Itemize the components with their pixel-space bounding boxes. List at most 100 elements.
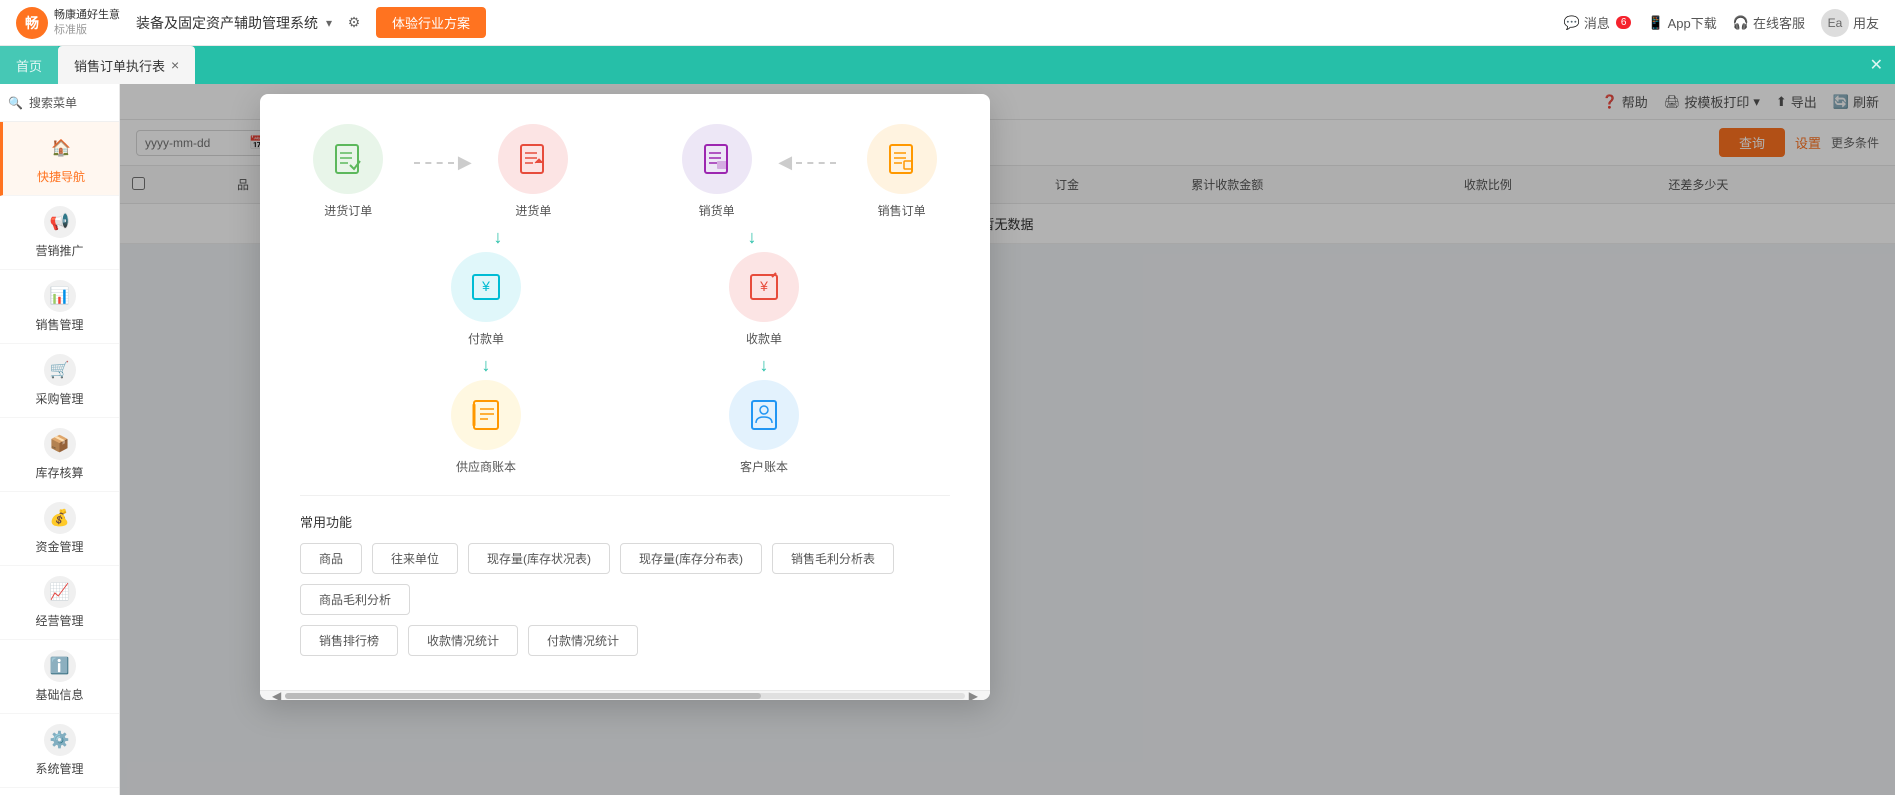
flow-purchase-order[interactable]: 进货订单 [313,124,383,219]
customer-ledger-icon [746,397,782,433]
func-btn-payment-stats[interactable]: 付款情况统计 [528,625,638,656]
sales-icon: 📊 [44,280,76,312]
down-arrow-sales: ↓ [717,227,787,248]
sidebar-item-marketing[interactable]: 📢 营销推广 [0,196,119,270]
scroll-right-arrow[interactable]: ▶ [965,689,982,701]
system-title: 装备及固定资产辅助管理系统 ▾ ⚙ 体验行业方案 [136,7,1564,38]
sidebar-item-sales[interactable]: 📊 销售管理 [0,270,119,344]
purchase-order-icon [330,141,366,177]
func-btn-product[interactable]: 商品 [300,543,362,574]
flow-receipt-doc[interactable]: ¥ 收款单 [729,252,799,347]
logo-area: 畅 畅康通好生意 标准版 [16,7,136,39]
experience-btn[interactable]: 体验行业方案 [376,7,486,38]
func-btn-sales-gross[interactable]: 销售毛利分析表 [772,543,894,574]
tab-bar-close-icon[interactable]: ✕ [1870,55,1883,75]
content-area: ❓ 帮助 🖨 按模板打印 ▾ ⬆ 导出 🔄 刷新 📅 [120,84,1895,795]
flow-purchase-receipt[interactable]: 进货单 [498,124,568,219]
sidebar-item-basic[interactable]: ℹ️ 基础信息 [0,640,119,714]
svg-text:¥: ¥ [481,278,490,294]
settings-icon[interactable]: ⚙ [340,9,368,37]
common-functions: 常用功能 商品 往来单位 现存量(库存状况表) 现存量(库存分布表) 销售毛利分… [300,495,950,656]
inventory-icon: 📦 [44,428,76,460]
sidebar-item-finance[interactable]: 💰 资金管理 [0,492,119,566]
flow-supplier-ledger[interactable]: 供应商账本 [451,380,521,475]
sales-receipt-icon [699,141,735,177]
scroll-left-arrow[interactable]: ◀ [268,689,285,701]
func-btn-partner[interactable]: 往来单位 [372,543,458,574]
avatar: Ea [1821,9,1849,37]
sidebar-item-system[interactable]: ⚙️ 系统管理 [0,714,119,788]
supplier-ledger-circle [451,380,521,450]
finance-icon: 💰 [44,502,76,534]
phone-icon: 📱 [1647,15,1663,31]
tab-sales-order-execution[interactable]: 销售订单执行表 × [58,46,195,84]
arrow-left-icon-1: ◀ [778,152,792,173]
payment-doc-circle: ¥ [451,252,521,322]
customer-ledger-circle [729,380,799,450]
purchase-receipt-circle [498,124,568,194]
sidebar-item-inventory[interactable]: 📦 库存核算 [0,418,119,492]
main-layout: 🔍 搜索菜单 🏠 快捷导航 📢 营销推广 📊 销售管理 🛒 采购管理 📦 库存核… [0,84,1895,795]
user-action[interactable]: Ea 用友 [1821,9,1879,37]
search-menu[interactable]: 🔍 搜索菜单 [0,84,119,122]
down-arrow-purchase: ↓ [463,227,533,248]
sidebar-item-purchase[interactable]: 🛒 采购管理 [0,344,119,418]
flow-arrows-down: ↓ ↓ [300,227,950,248]
sales-order-icon [884,141,920,177]
func-buttons-row2: 销售排行榜 收款情况统计 付款情况统计 [300,625,950,656]
modal-scrollbar: ◀ ▶ [260,690,990,700]
scrollbar-track[interactable] [285,693,965,699]
modal-overlay: 进货订单 ▶ [120,84,1895,795]
app-download-action[interactable]: 📱 App下载 [1647,13,1716,32]
operation-icon: 📈 [44,576,76,608]
header-right: 💬 消息 6 📱 App下载 🎧 在线客服 Ea 用友 [1564,9,1879,37]
sidebar-item-quick-nav[interactable]: 🏠 快捷导航 [0,122,119,196]
func-btn-sales-rank[interactable]: 销售排行榜 [300,625,398,656]
flow-row-1: 进货订单 ▶ [300,124,950,219]
purchase-order-circle [313,124,383,194]
flow-payment-doc[interactable]: ¥ 付款单 [451,252,521,347]
down-arrow-payment: ↓ [451,355,521,376]
system-dropdown-btn[interactable]: ▾ [326,16,332,30]
sales-receipt-circle [682,124,752,194]
payment-doc-icon: ¥ [468,269,504,305]
logo-icon: 畅 [16,7,48,39]
purchase-icon: 🛒 [44,354,76,386]
sidebar: 🔍 搜索菜单 🏠 快捷导航 📢 营销推广 📊 销售管理 🛒 采购管理 📦 库存核… [0,84,120,795]
svg-text:¥: ¥ [759,278,768,294]
tab-close-icon[interactable]: × [171,57,179,73]
sidebar-item-cooperation[interactable]: 🤝 企业协同 [0,788,119,795]
top-header: 畅 畅康通好生意 标准版 装备及固定资产辅助管理系统 ▾ ⚙ 体验行业方案 💬 … [0,0,1895,46]
arrow-sales-order-to-receipt [796,162,836,164]
online-service-action[interactable]: 🎧 在线客服 [1733,13,1805,32]
func-btn-stock-dist[interactable]: 现存量(库存分布表) [620,543,762,574]
supplier-ledger-icon [468,397,504,433]
tab-home[interactable]: 首页 [0,46,58,84]
system-icon: ⚙️ [44,724,76,756]
func-btn-product-gross[interactable]: 商品毛利分析 [300,584,410,615]
flow-row-2: ¥ 付款单 [300,252,950,347]
func-btn-stock-status[interactable]: 现存量(库存状况表) [468,543,610,574]
receipt-doc-icon: ¥ [746,269,782,305]
logo-text: 畅康通好生意 标准版 [54,8,120,37]
modal-inner: 进货订单 ▶ [260,94,990,690]
message-action[interactable]: 💬 消息 6 [1564,13,1632,32]
sidebar-item-operation[interactable]: 📈 经营管理 [0,566,119,640]
flow-customer-ledger[interactable]: 客户账本 [729,380,799,475]
func-btn-receipt-stats[interactable]: 收款情况统计 [408,625,518,656]
flow-sales-receipt[interactable]: 销货单 [682,124,752,219]
func-buttons-row1: 商品 往来单位 现存量(库存状况表) 现存量(库存分布表) 销售毛利分析表 商品… [300,543,950,615]
flow-arrows-down-2: ↓ ↓ [300,355,950,376]
sales-order-circle [867,124,937,194]
scrollbar-thumb [285,693,761,699]
common-functions-title: 常用功能 [300,512,950,531]
down-arrow-receipt: ↓ [729,355,799,376]
flow-sales-order[interactable]: 销售订单 [867,124,937,219]
message-badge: 6 [1616,16,1632,29]
arrow-right-icon-1: ▶ [458,152,472,173]
marketing-icon: 📢 [44,206,76,238]
tab-bar: 首页 销售订单执行表 × ✕ [0,46,1895,84]
purchase-receipt-icon [515,141,551,177]
message-icon: 💬 [1564,15,1580,31]
modal-box: 进货订单 ▶ [260,94,990,700]
